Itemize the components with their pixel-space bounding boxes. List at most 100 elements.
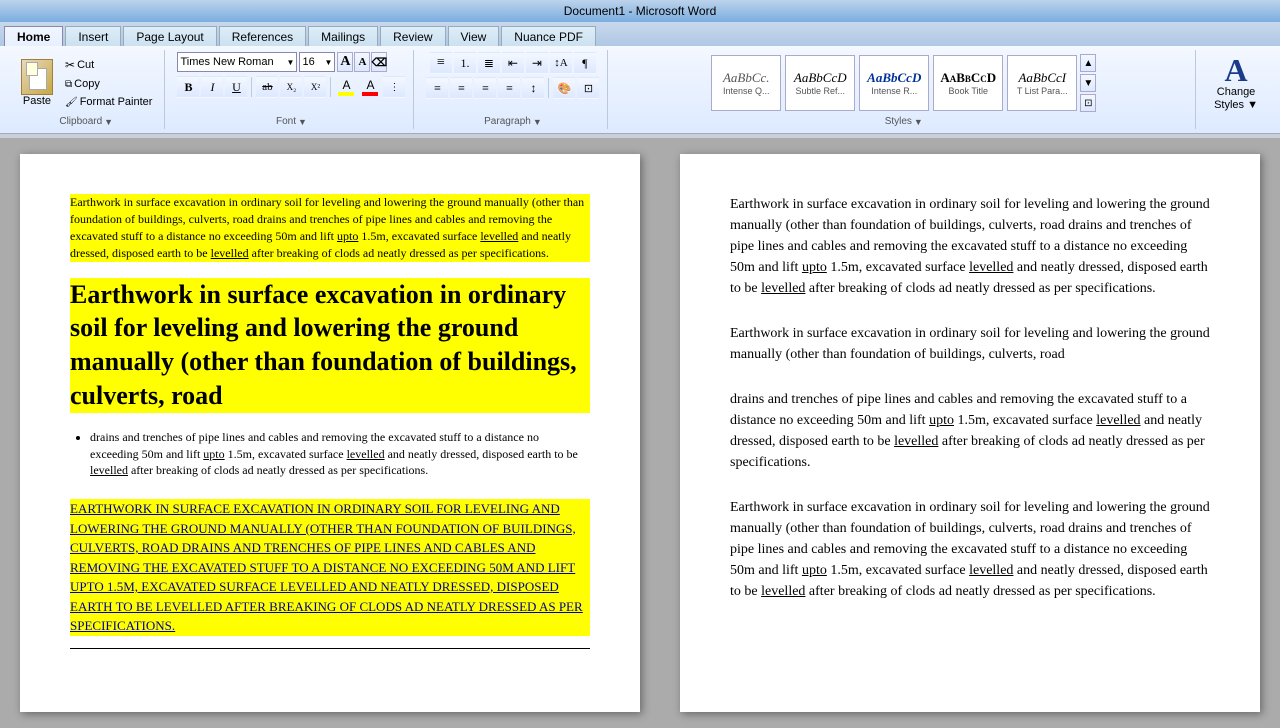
change-styles-icon: A bbox=[1224, 54, 1247, 86]
tab-bar: Home Insert Page Layout References Maili… bbox=[0, 22, 1280, 46]
tab-view[interactable]: View bbox=[448, 26, 500, 46]
font-row1: Times New Roman ▼ 16 ▼ A A ⌫ bbox=[177, 52, 387, 72]
style-subtle-ref[interactable]: AaBbCcD Subtle Ref... bbox=[785, 55, 855, 111]
separator3 bbox=[548, 78, 549, 98]
left-para1: Earthwork in surface excavation in ordin… bbox=[70, 194, 590, 261]
change-styles-content: A ChangeStyles ▼ bbox=[1208, 52, 1264, 114]
clear-format-button[interactable]: ⌫ bbox=[371, 52, 387, 72]
separator1 bbox=[251, 77, 252, 97]
right-para2: Earthwork in surface excavation in ordin… bbox=[730, 323, 1210, 365]
font-group: Times New Roman ▼ 16 ▼ A A ⌫ B I bbox=[169, 50, 414, 129]
text-effects-button[interactable]: ⋮ bbox=[383, 76, 405, 98]
tab-nuance-pdf[interactable]: Nuance PDF bbox=[501, 26, 596, 46]
document-area: Earthwork in surface excavation in ordin… bbox=[0, 138, 1280, 728]
paragraph-label: Paragraph ▼ bbox=[484, 116, 542, 127]
tab-review[interactable]: Review bbox=[380, 26, 445, 46]
title-text: Document1 - Microsoft Word bbox=[564, 4, 717, 18]
upto3: upto bbox=[70, 579, 104, 594]
strikethrough-button[interactable]: ab bbox=[256, 76, 278, 98]
font-increase-button[interactable]: A bbox=[337, 52, 353, 72]
border-button[interactable]: ⊡ bbox=[577, 77, 599, 99]
justify-button[interactable]: ≡ bbox=[498, 77, 520, 99]
style-intense-ref[interactable]: AaBbCcD Intense R... bbox=[859, 55, 929, 111]
r-levelled6: levelled bbox=[761, 584, 805, 599]
ordered-list-button[interactable]: 1. bbox=[454, 52, 476, 74]
align-center-button[interactable]: ≡ bbox=[450, 77, 472, 99]
levelled5: levelled bbox=[280, 579, 346, 594]
cut-button[interactable]: ✂ Cut bbox=[61, 56, 156, 74]
superscript-button[interactable]: X² bbox=[304, 76, 326, 98]
multilevel-list-button[interactable]: ≣ bbox=[478, 52, 500, 74]
tab-references[interactable]: References bbox=[219, 26, 306, 46]
levelled3: levelled bbox=[347, 447, 385, 461]
subscript-button[interactable]: X₂ bbox=[280, 76, 302, 98]
right-para1: Earthwork in surface excavation in ordin… bbox=[730, 194, 1210, 299]
tab-mailings[interactable]: Mailings bbox=[308, 26, 378, 46]
right-page: Earthwork in surface excavation in ordin… bbox=[680, 154, 1260, 712]
copy-button[interactable]: ⧉ Copy bbox=[61, 76, 156, 92]
font-size-buttons: A A ⌫ bbox=[337, 52, 387, 72]
increase-indent-button[interactable]: ⇥ bbox=[526, 52, 548, 74]
styles-prev-button[interactable]: ▲ bbox=[1080, 54, 1096, 72]
tab-page-layout[interactable]: Page Layout bbox=[123, 26, 216, 46]
r-levelled1: levelled bbox=[969, 260, 1013, 275]
format-painter-button[interactable]: 🖌 Format Painter bbox=[61, 94, 156, 110]
font-name-selector[interactable]: Times New Roman ▼ bbox=[177, 52, 297, 72]
font-decrease-button[interactable]: A bbox=[354, 52, 370, 72]
levelled1: levelled bbox=[480, 229, 518, 243]
style-book-title[interactable]: AaBbCcD Book Title bbox=[933, 55, 1003, 111]
italic-button[interactable]: I bbox=[201, 76, 223, 98]
spacer1 bbox=[70, 479, 590, 499]
horizontal-rule bbox=[70, 648, 590, 649]
clipboard-content: Paste ✂ Cut ⧉ Copy 🖌 Format Painter bbox=[16, 52, 156, 114]
shading-button[interactable]: 🎨 bbox=[553, 77, 575, 99]
show-marks-button[interactable]: ¶ bbox=[574, 52, 596, 74]
tab-home[interactable]: Home bbox=[4, 26, 63, 46]
styles-next-button[interactable]: ▼ bbox=[1080, 74, 1096, 92]
paste-button[interactable]: Paste bbox=[16, 56, 58, 110]
right-para4: Earthwork in surface excavation in ordin… bbox=[730, 497, 1210, 602]
styles-content: AaBbCc. Intense Q... AaBbCcD Subtle Ref.… bbox=[711, 52, 1096, 114]
change-styles-label: ChangeStyles ▼ bbox=[1214, 86, 1258, 112]
bullet-item1: drains and trenches of pipe lines and ca… bbox=[90, 429, 590, 479]
decrease-indent-button[interactable]: ⇤ bbox=[502, 52, 524, 74]
font-color-button[interactable]: A bbox=[359, 76, 381, 98]
font-size-selector[interactable]: 16 ▼ bbox=[299, 52, 335, 72]
bold-button[interactable]: B bbox=[177, 76, 199, 98]
align-left-button[interactable]: ≡ bbox=[426, 77, 448, 99]
bullet-list: drains and trenches of pipe lines and ca… bbox=[90, 429, 590, 479]
right-para3: drains and trenches of pipe lines and ca… bbox=[730, 389, 1210, 473]
change-styles-group: A ChangeStyles ▼ bbox=[1200, 50, 1272, 129]
para-row1: ≡ 1. ≣ ⇤ ⇥ ↕A ¶ bbox=[430, 52, 596, 74]
style-intense-quote[interactable]: AaBbCc. Intense Q... bbox=[711, 55, 781, 111]
font-content: Times New Roman ▼ 16 ▼ A A ⌫ B I bbox=[177, 52, 405, 114]
font-row2: B I U ab X₂ X² A A ⋮ bbox=[177, 76, 405, 98]
levelled4: levelled bbox=[90, 463, 128, 477]
left-uppercase: Earthwork in surface excavation in ordin… bbox=[70, 499, 590, 636]
levelled6: levelled bbox=[156, 599, 222, 614]
styles-nav: ▲ ▼ ⊡ bbox=[1080, 54, 1096, 112]
align-right-button[interactable]: ≡ bbox=[474, 77, 496, 99]
clipboard-group: Paste ✂ Cut ⧉ Copy 🖌 Format Painter bbox=[8, 50, 165, 129]
change-styles-button[interactable]: A ChangeStyles ▼ bbox=[1208, 52, 1264, 114]
para-row2: ≡ ≡ ≡ ≡ ↕ 🎨 ⊡ bbox=[426, 77, 599, 99]
unordered-list-button[interactable]: ≡ bbox=[430, 52, 452, 74]
upto1: upto bbox=[337, 229, 358, 243]
tab-insert[interactable]: Insert bbox=[65, 26, 121, 46]
styles-label: Styles ▼ bbox=[885, 116, 923, 127]
levelled2: levelled bbox=[211, 246, 249, 260]
styles-group: AaBbCc. Intense Q... AaBbCcD Subtle Ref.… bbox=[612, 50, 1196, 129]
empty-label bbox=[1235, 116, 1238, 127]
r-levelled3: levelled bbox=[1096, 413, 1140, 428]
sort-button[interactable]: ↕A bbox=[550, 52, 572, 74]
r-levelled2: levelled bbox=[761, 281, 805, 296]
style-list-para[interactable]: AaBbCcI T List Para... bbox=[1007, 55, 1077, 111]
line-spacing-button[interactable]: ↕ bbox=[522, 77, 544, 99]
underline-button[interactable]: U bbox=[225, 76, 247, 98]
r-levelled4: levelled bbox=[894, 434, 938, 449]
styles-more-button[interactable]: ⊡ bbox=[1080, 94, 1096, 112]
highlight-color-button[interactable]: A bbox=[335, 76, 357, 98]
separator2 bbox=[330, 77, 331, 97]
clipboard-label: Clipboard ▼ bbox=[59, 116, 113, 127]
left-page: Earthwork in surface excavation in ordin… bbox=[20, 154, 640, 712]
